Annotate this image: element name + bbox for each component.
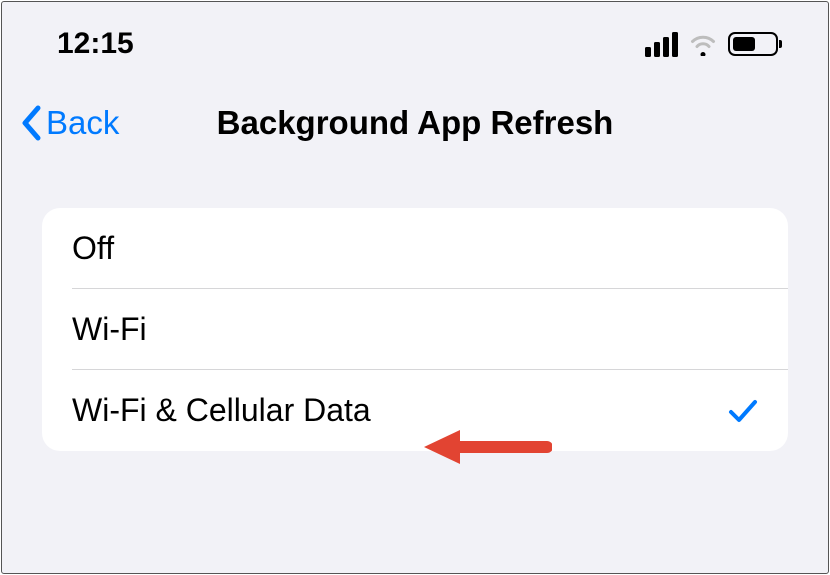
status-indicators — [645, 32, 778, 57]
options-list: Off Wi-Fi Wi-Fi & Cellular Data — [42, 208, 788, 451]
option-label: Off — [72, 230, 114, 267]
option-wifi-cellular[interactable]: Wi-Fi & Cellular Data — [42, 370, 788, 451]
status-bar: 12:15 — [2, 2, 828, 64]
cellular-signal-icon — [645, 32, 678, 57]
status-time: 12:15 — [57, 27, 134, 61]
wifi-icon — [688, 32, 718, 56]
nav-header: Back Background App Refresh — [2, 64, 828, 172]
battery-icon — [728, 32, 778, 56]
option-wifi[interactable]: Wi-Fi — [42, 289, 788, 370]
option-label: Wi-Fi — [72, 311, 147, 348]
checkmark-icon — [728, 398, 758, 424]
page-title: Background App Refresh — [217, 104, 614, 142]
chevron-left-icon — [20, 105, 44, 141]
back-label: Back — [46, 104, 119, 142]
back-button[interactable]: Back — [20, 104, 119, 142]
option-off[interactable]: Off — [42, 208, 788, 289]
option-label: Wi-Fi & Cellular Data — [72, 392, 371, 429]
